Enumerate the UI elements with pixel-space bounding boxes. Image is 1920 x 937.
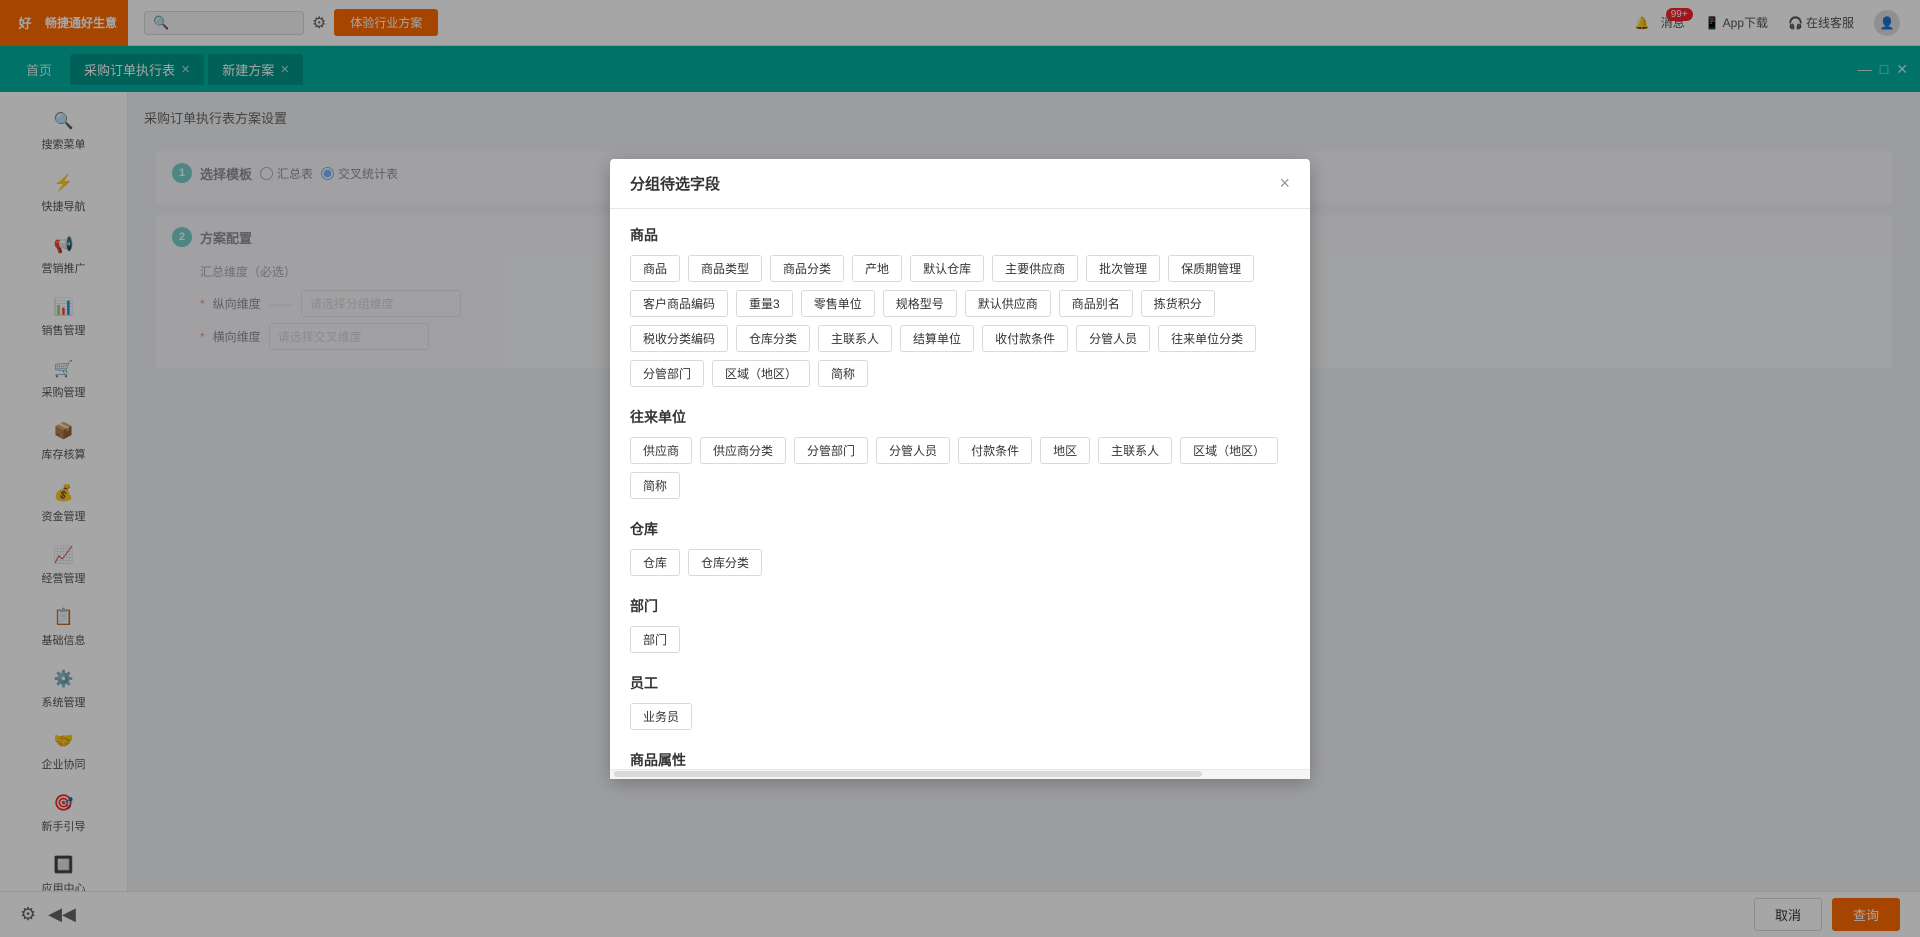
chip-warehouse-cat[interactable]: 仓库分类 [688,549,762,576]
modal-title: 分组待选字段 [630,173,720,194]
chip-short-name2[interactable]: 简称 [630,472,680,499]
chip-default-warehouse[interactable]: 默认仓库 [910,255,984,282]
chip-default-supplier[interactable]: 默认供应商 [965,290,1051,317]
section-dept: 部门 部门 [630,596,1290,653]
chip-product[interactable]: 商品 [630,255,680,282]
h-scrollbar-thumb [614,771,1202,777]
section-partner-title: 往来单位 [630,407,1290,427]
section-product-attr: 商品属性 属性 颜色 多规格 尺码 鞋码 1 [630,750,1290,769]
chip-dept-mgr2[interactable]: 分管部门 [794,437,868,464]
chip-shelf-life[interactable]: 保质期管理 [1168,255,1254,282]
chip-dept[interactable]: 部门 [630,626,680,653]
section-staff-chips: 业务员 [630,703,1290,730]
chip-main-supplier[interactable]: 主要供应商 [992,255,1078,282]
section-partner-chips: 供应商 供应商分类 分管部门 分管人员 付款条件 地区 主联系人 区域（地区） … [630,437,1290,499]
section-dept-title: 部门 [630,596,1290,616]
section-dept-chips: 部门 [630,626,1290,653]
section-warehouse-title: 仓库 [630,519,1290,539]
chip-dept-mgr[interactable]: 分管部门 [630,360,704,387]
horizontal-scrollbar[interactable] [610,769,1310,779]
field-select-modal: 分组待选字段 × 商品 商品 商品类型 商品分类 产地 默认仓库 主要供应商 批… [610,159,1310,779]
modal-overlay: 分组待选字段 × 商品 商品 商品类型 商品分类 产地 默认仓库 主要供应商 批… [0,0,1920,937]
modal-body: 商品 商品 商品类型 商品分类 产地 默认仓库 主要供应商 批次管理 保质期管理… [610,209,1310,769]
section-product: 商品 商品 商品类型 商品分类 产地 默认仓库 主要供应商 批次管理 保质期管理… [630,225,1290,387]
chip-retail-unit[interactable]: 零售单位 [801,290,875,317]
section-partner: 往来单位 供应商 供应商分类 分管部门 分管人员 付款条件 地区 主联系人 区域… [630,407,1290,499]
chip-origin[interactable]: 产地 [852,255,902,282]
chip-region-area[interactable]: 区域（地区） [1180,437,1278,464]
chip-payment-cond[interactable]: 付款条件 [958,437,1032,464]
chip-main-contact[interactable]: 主联系人 [818,325,892,352]
chip-partner-category[interactable]: 往来单位分类 [1158,325,1256,352]
chip-supervisor2[interactable]: 分管人员 [876,437,950,464]
chip-warehouse-category[interactable]: 仓库分类 [736,325,810,352]
section-product-chips: 商品 商品类型 商品分类 产地 默认仓库 主要供应商 批次管理 保质期管理 客户… [630,255,1290,387]
chip-customer-code[interactable]: 客户商品编码 [630,290,728,317]
chip-spec-model[interactable]: 规格型号 [883,290,957,317]
chip-salesperson[interactable]: 业务员 [630,703,692,730]
chip-pick-points[interactable]: 拣货积分 [1141,290,1215,317]
section-warehouse: 仓库 仓库 仓库分类 [630,519,1290,576]
section-staff-title: 员工 [630,673,1290,693]
chip-product-category[interactable]: 商品分类 [770,255,844,282]
chip-product-type[interactable]: 商品类型 [688,255,762,282]
chip-settlement-unit[interactable]: 结算单位 [900,325,974,352]
modal-header: 分组待选字段 × [610,159,1310,209]
chip-main-contact2[interactable]: 主联系人 [1098,437,1172,464]
chip-supplier-category[interactable]: 供应商分类 [700,437,786,464]
section-product-attr-title: 商品属性 [630,750,1290,769]
chip-tax-code[interactable]: 税收分类编码 [630,325,728,352]
chip-product-alias[interactable]: 商品别名 [1059,290,1133,317]
chip-payment-terms[interactable]: 收付款条件 [982,325,1068,352]
modal-close-button[interactable]: × [1279,174,1290,192]
chip-region2[interactable]: 地区 [1040,437,1090,464]
chip-region[interactable]: 区域（地区） [712,360,810,387]
chip-short-name[interactable]: 简称 [818,360,868,387]
chip-supplier[interactable]: 供应商 [630,437,692,464]
chip-warehouse[interactable]: 仓库 [630,549,680,576]
section-product-title: 商品 [630,225,1290,245]
section-staff: 员工 业务员 [630,673,1290,730]
chip-weight3[interactable]: 重量3 [736,290,793,317]
chip-batch-mgmt[interactable]: 批次管理 [1086,255,1160,282]
section-warehouse-chips: 仓库 仓库分类 [630,549,1290,576]
chip-supervisor[interactable]: 分管人员 [1076,325,1150,352]
